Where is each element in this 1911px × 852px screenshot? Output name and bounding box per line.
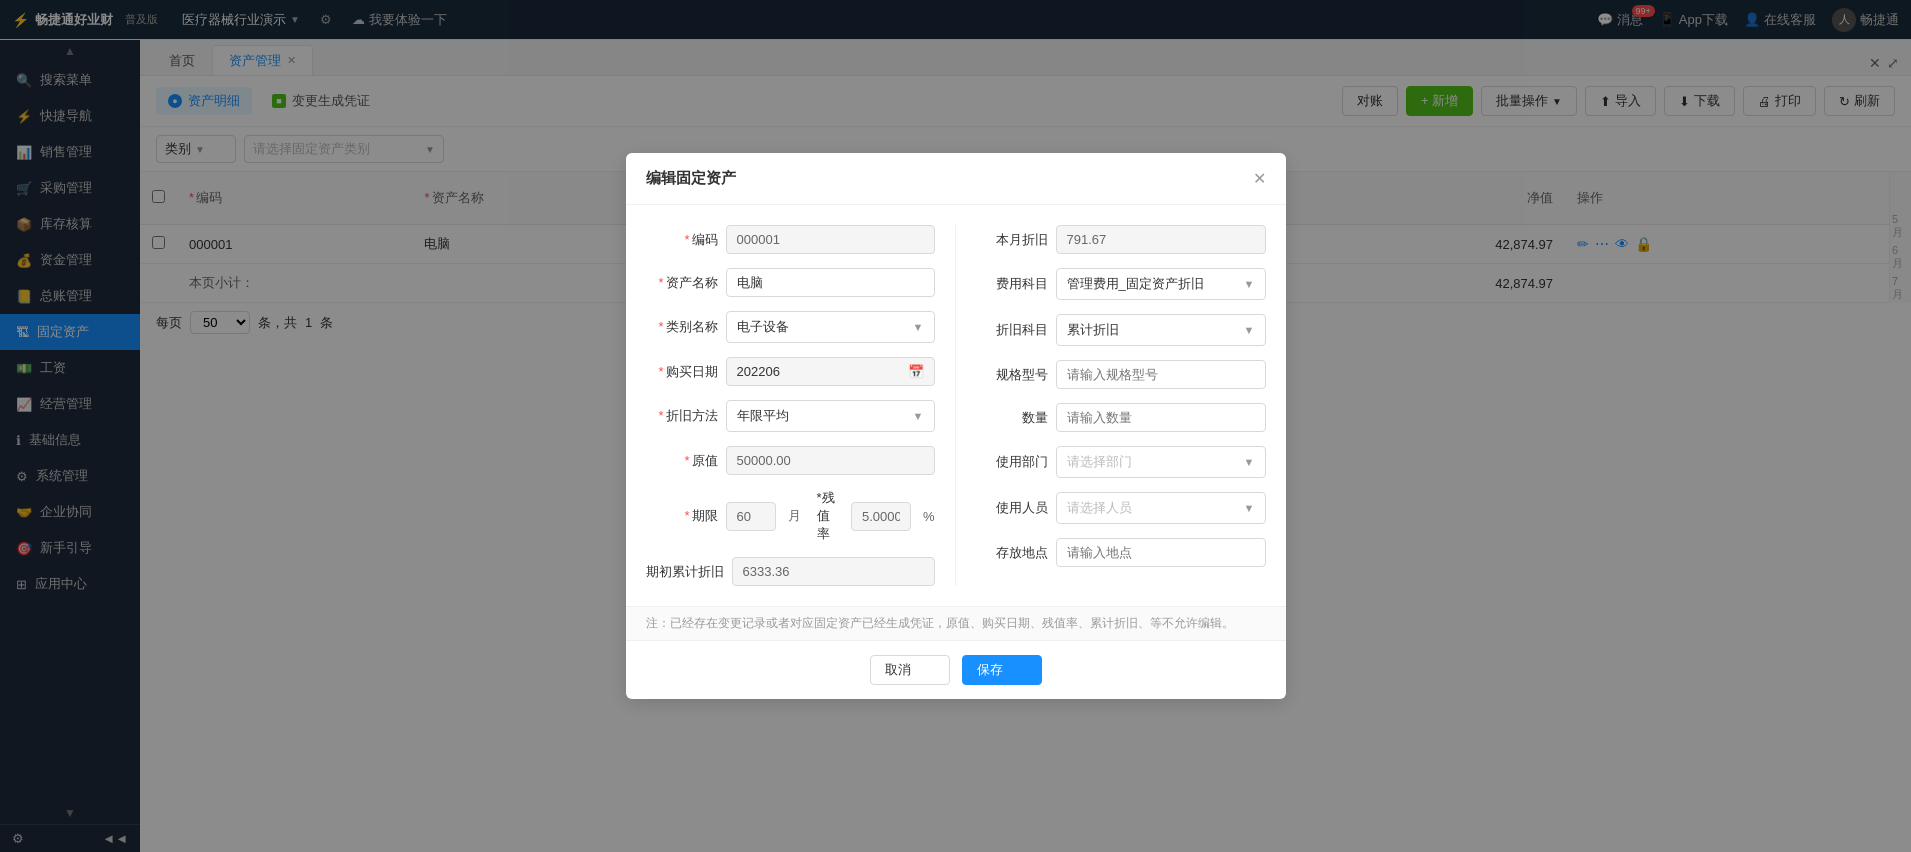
modal-header: 编辑固定资产 ✕ [626, 153, 1286, 205]
dep-subject-label: 折旧科目 [976, 321, 1048, 339]
original-value-label: *原值 [646, 452, 718, 470]
form-right-col: 本月折旧 费用科目 管理费用_固定资产折旧 ▼ [956, 225, 1266, 586]
category-select-arrow: ▼ [913, 321, 924, 333]
dep-method-select[interactable]: 年限平均 ▼ [726, 400, 935, 432]
form-left-col: *编码 *资产名称 *类别名称 电子设备 [646, 225, 956, 586]
asset-name-field-row: *资产名称 [646, 268, 935, 297]
spec-model-label: 规格型号 [976, 366, 1048, 384]
location-row: 存放地点 [976, 538, 1266, 567]
dep-method-field-row: *折旧方法 年限平均 ▼ [646, 400, 935, 432]
code-input[interactable] [726, 225, 935, 254]
modal-overlay[interactable]: 编辑固定资产 ✕ *编码 *资产名称 [0, 0, 1911, 852]
quantity-label: 数量 [976, 409, 1048, 427]
monthly-dep-row: 本月折旧 [976, 225, 1266, 254]
asset-name-input[interactable] [726, 268, 935, 297]
modal-note: 注：已经存在变更记录或者对应固定资产已经生成凭证，原值、购买日期、残值率、累计折… [626, 606, 1286, 640]
dept-label: 使用部门 [976, 453, 1048, 471]
purchase-date-field-row: *购买日期 202206 📅 [646, 357, 935, 386]
initial-dep-field-row: 期初累计折旧 [646, 557, 935, 586]
spec-model-input[interactable] [1056, 360, 1266, 389]
monthly-dep-input [1056, 225, 1266, 254]
dep-method-label: *折旧方法 [646, 407, 718, 425]
expense-subject-select[interactable]: 管理费用_固定资产折旧 ▼ [1056, 268, 1266, 300]
residual-rate-label: *残值率 [817, 489, 839, 543]
modal-footer: 取消 保存 [626, 640, 1286, 699]
dep-subject-select[interactable]: 累计折旧 ▼ [1056, 314, 1266, 346]
category-field-row: *类别名称 电子设备 ▼ [646, 311, 935, 343]
period-residual-row: *期限 月 *残值率 % [646, 489, 935, 543]
modal-body: *编码 *资产名称 *类别名称 电子设备 [626, 205, 1286, 606]
spec-model-row: 规格型号 [976, 360, 1266, 389]
modal-close-btn[interactable]: ✕ [1253, 169, 1266, 188]
user-label: 使用人员 [976, 499, 1048, 517]
period-label: *期限 [646, 507, 718, 525]
dep-method-arrow: ▼ [913, 410, 924, 422]
expense-subject-label: 费用科目 [976, 275, 1048, 293]
location-label: 存放地点 [976, 544, 1048, 562]
quantity-input[interactable] [1056, 403, 1266, 432]
save-btn[interactable]: 保存 [962, 655, 1042, 685]
initial-dep-label: 期初累计折旧 [646, 563, 724, 581]
code-field-row: *编码 [646, 225, 935, 254]
quantity-row: 数量 [976, 403, 1266, 432]
modal-title: 编辑固定资产 [646, 169, 736, 188]
edit-asset-modal: 编辑固定资产 ✕ *编码 *资产名称 [626, 153, 1286, 699]
period-input[interactable] [726, 502, 776, 531]
calendar-icon: 📅 [908, 364, 924, 379]
period-unit: 月 [788, 507, 801, 525]
purchase-date-label: *购买日期 [646, 363, 718, 381]
category-select[interactable]: 电子设备 ▼ [726, 311, 935, 343]
user-row: 使用人员 请选择人员 ▼ [976, 492, 1266, 524]
dep-subject-row: 折旧科目 累计折旧 ▼ [976, 314, 1266, 346]
dep-subject-arrow: ▼ [1244, 324, 1255, 336]
dept-arrow: ▼ [1244, 456, 1255, 468]
expense-subject-row: 费用科目 管理费用_固定资产折旧 ▼ [976, 268, 1266, 300]
dept-select[interactable]: 请选择部门 ▼ [1056, 446, 1266, 478]
user-select[interactable]: 请选择人员 ▼ [1056, 492, 1266, 524]
asset-name-label: *资产名称 [646, 274, 718, 292]
purchase-date-input[interactable]: 202206 📅 [726, 357, 935, 386]
dept-row: 使用部门 请选择部门 ▼ [976, 446, 1266, 478]
original-value-field-row: *原值 [646, 446, 935, 475]
category-label: *类别名称 [646, 318, 718, 336]
monthly-dep-label: 本月折旧 [976, 231, 1048, 249]
user-arrow: ▼ [1244, 502, 1255, 514]
expense-subject-arrow: ▼ [1244, 278, 1255, 290]
code-label: *编码 [646, 231, 718, 249]
initial-dep-input[interactable] [732, 557, 935, 586]
cancel-btn[interactable]: 取消 [870, 655, 950, 685]
original-value-input[interactable] [726, 446, 935, 475]
location-input[interactable] [1056, 538, 1266, 567]
form-grid: *编码 *资产名称 *类别名称 电子设备 [646, 225, 1266, 586]
residual-rate-unit: % [923, 509, 935, 524]
residual-rate-input[interactable] [851, 502, 911, 531]
